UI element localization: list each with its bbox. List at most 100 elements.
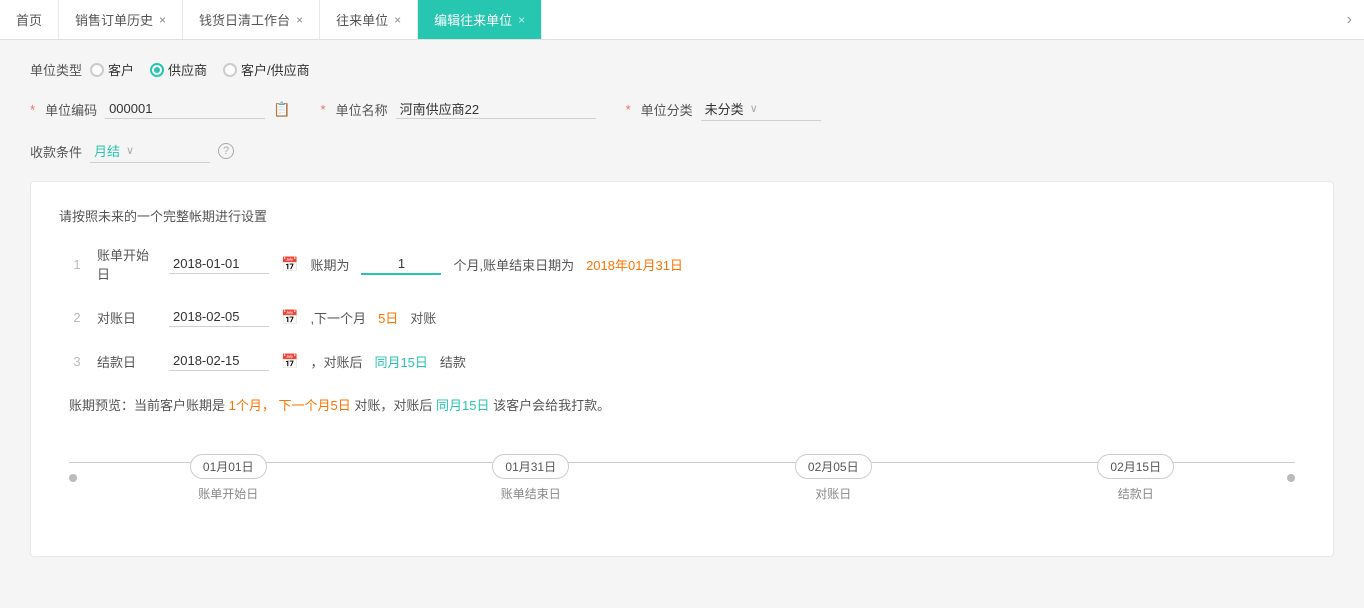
tab-edit-contact-label: 编辑往来单位 bbox=[434, 10, 512, 29]
unit-code-label: 单位编码 bbox=[45, 100, 97, 119]
unit-name-label: 单位名称 bbox=[336, 100, 388, 119]
row-2-highlight: 5日 bbox=[378, 308, 398, 327]
row-3-date-input[interactable] bbox=[169, 351, 269, 371]
unit-category-value: 未分类 bbox=[705, 99, 744, 118]
unit-category-label: 单位分类 bbox=[641, 100, 693, 119]
unit-code-icon[interactable]: 📋 bbox=[273, 101, 290, 118]
tab-sales-order-label: 销售订单历史 bbox=[75, 10, 153, 29]
node-1-pill: 01月01日 bbox=[190, 454, 267, 479]
unit-code-input[interactable] bbox=[105, 99, 265, 119]
timeline-node-3: 02月05日 对账日 bbox=[795, 454, 872, 502]
payment-help-icon[interactable]: ? bbox=[218, 143, 234, 159]
timeline-start-dot bbox=[69, 474, 77, 482]
row-1-cal-icon[interactable]: 📅 bbox=[281, 256, 298, 273]
timeline-nodes: 01月01日 账单开始日 01月31日 账单结束日 02月05日 对账日 bbox=[69, 454, 1295, 502]
page-content: 单位类型 客户 供应商 客户/供应商 * 单位编码 bbox=[0, 40, 1364, 608]
row-3-label: 结款日 bbox=[97, 352, 157, 371]
row-3-num: 3 bbox=[69, 354, 85, 369]
settings-card: 请按照未来的一个完整帐期进行设置 1 账单开始日 📅 账期为 个月,账单结束日期… bbox=[30, 181, 1334, 557]
payment-condition-select[interactable]: 月结 ∨ bbox=[90, 139, 210, 163]
node-3-label: 对账日 bbox=[815, 485, 851, 502]
row-1-period-label: 账期为 bbox=[310, 255, 349, 274]
radio-supplier-label: 供应商 bbox=[168, 60, 207, 79]
node-4-pill: 02月15日 bbox=[1097, 454, 1174, 479]
tab-cashflow-close[interactable]: × bbox=[296, 13, 303, 27]
tab-cashflow[interactable]: 钱货日清工作台 × bbox=[183, 0, 320, 39]
tab-home[interactable]: 首页 bbox=[0, 0, 59, 39]
setting-row-3: 3 结款日 📅 ，对账后 同月15日 结款 bbox=[59, 351, 1305, 371]
preview-reconcile-text: 对账，对账后 bbox=[354, 398, 432, 413]
unit-code-star: * bbox=[30, 102, 35, 117]
timeline-node-2: 01月31日 账单结束日 bbox=[492, 454, 569, 502]
unit-type-label: 单位类型 bbox=[30, 60, 82, 79]
preview-text: 账期预览：当前客户账期是 1个月， 下一个月5日 对账，对账后 同月15日 该客… bbox=[59, 395, 1305, 414]
row-3-cal-icon[interactable]: 📅 bbox=[281, 353, 298, 370]
radio-customer-circle bbox=[90, 63, 104, 77]
setting-row-2: 2 对账日 📅 ,下一个月 5日 对账 bbox=[59, 307, 1305, 327]
radio-supplier-circle bbox=[150, 63, 164, 77]
unit-name-star: * bbox=[321, 102, 326, 117]
timeline-node-1: 01月01日 账单开始日 bbox=[190, 454, 267, 502]
unit-code-field: * 单位编码 📋 bbox=[30, 99, 291, 119]
radio-both[interactable]: 客户/供应商 bbox=[223, 60, 310, 79]
unit-category-star: * bbox=[626, 102, 631, 117]
preview-period: 1个月， bbox=[229, 398, 275, 413]
radio-both-circle bbox=[223, 63, 237, 77]
timeline-end-dot bbox=[1287, 474, 1295, 482]
preview-label: 账期预览：当前客户账期是 bbox=[69, 398, 225, 413]
row-2-label: 对账日 bbox=[97, 308, 157, 327]
unit-type-field: 单位类型 客户 供应商 客户/供应商 bbox=[30, 60, 310, 79]
row-1-end-date: 2018年01月31日 bbox=[586, 255, 683, 274]
node-2-label: 账单结束日 bbox=[501, 485, 561, 502]
preview-ending: 该客户会给我打款。 bbox=[493, 398, 610, 413]
payment-condition-value: 月结 bbox=[94, 141, 120, 160]
tab-more-button[interactable]: › bbox=[1335, 11, 1364, 29]
tab-contacts[interactable]: 往来单位 × bbox=[320, 0, 418, 39]
card-title: 请按照未来的一个完整帐期进行设置 bbox=[59, 206, 1305, 225]
preview-payment-date: 同月15日 bbox=[436, 398, 489, 413]
node-2-pill: 01月31日 bbox=[492, 454, 569, 479]
timeline-container: 01月01日 账单开始日 01月31日 账单结束日 02月05日 对账日 bbox=[69, 434, 1295, 532]
tab-edit-contact[interactable]: 编辑往来单位 × bbox=[418, 0, 542, 39]
unit-name-input[interactable] bbox=[396, 99, 596, 119]
row-2-num: 2 bbox=[69, 310, 85, 325]
row-2-date-input[interactable] bbox=[169, 307, 269, 327]
tab-sales-order-close[interactable]: × bbox=[159, 13, 166, 27]
unit-type-radio-group: 客户 供应商 客户/供应商 bbox=[90, 60, 310, 79]
radio-customer[interactable]: 客户 bbox=[90, 60, 134, 79]
row-1-date-input[interactable] bbox=[169, 254, 269, 274]
unit-info-row: * 单位编码 📋 * 单位名称 * 单位分类 未分类 ∨ bbox=[30, 97, 1334, 121]
node-1-label: 账单开始日 bbox=[198, 485, 258, 502]
node-4-label: 结款日 bbox=[1118, 485, 1154, 502]
unit-name-field: * 单位名称 bbox=[321, 99, 596, 119]
tabs-bar: 首页 销售订单历史 × 钱货日清工作台 × 往来单位 × 编辑往来单位 × › bbox=[0, 0, 1364, 40]
setting-row-1: 1 账单开始日 📅 账期为 个月,账单结束日期为 2018年01月31日 bbox=[59, 245, 1305, 283]
unit-category-select[interactable]: 未分类 ∨ bbox=[701, 97, 821, 121]
row-3-suffix: 结款 bbox=[440, 352, 466, 371]
row-1-label: 账单开始日 bbox=[97, 245, 157, 283]
row-2-cal-icon[interactable]: 📅 bbox=[281, 309, 298, 326]
tab-home-label: 首页 bbox=[16, 10, 42, 29]
radio-customer-label: 客户 bbox=[108, 60, 134, 79]
tab-edit-contact-close[interactable]: × bbox=[518, 13, 525, 27]
row-1-num: 1 bbox=[69, 257, 85, 272]
tab-cashflow-label: 钱货日清工作台 bbox=[199, 10, 290, 29]
row-3-prefix: ，对账后 bbox=[310, 352, 362, 371]
preview-reconcile-date: 下一个月5日 bbox=[279, 398, 351, 413]
radio-both-label: 客户/供应商 bbox=[241, 60, 310, 79]
unit-category-arrow: ∨ bbox=[750, 102, 758, 115]
tab-contacts-close[interactable]: × bbox=[394, 13, 401, 27]
timeline-node-4: 02月15日 结款日 bbox=[1097, 454, 1174, 502]
unit-category-field: * 单位分类 未分类 ∨ bbox=[626, 97, 821, 121]
node-3-pill: 02月05日 bbox=[795, 454, 872, 479]
payment-condition-field: 收款条件 月结 ∨ ? bbox=[30, 139, 234, 163]
row-1-period-unit: 个月,账单结束日期为 bbox=[453, 255, 574, 274]
row-1-period-input[interactable] bbox=[361, 254, 441, 275]
payment-condition-arrow: ∨ bbox=[126, 144, 134, 157]
row-2-prefix: ,下一个月 bbox=[310, 308, 366, 327]
radio-supplier[interactable]: 供应商 bbox=[150, 60, 207, 79]
row-2-suffix: 对账 bbox=[410, 308, 436, 327]
tab-sales-order[interactable]: 销售订单历史 × bbox=[59, 0, 183, 39]
row-3-highlight: 同月15日 bbox=[374, 352, 427, 371]
payment-condition-row: 收款条件 月结 ∨ ? bbox=[30, 139, 1334, 163]
